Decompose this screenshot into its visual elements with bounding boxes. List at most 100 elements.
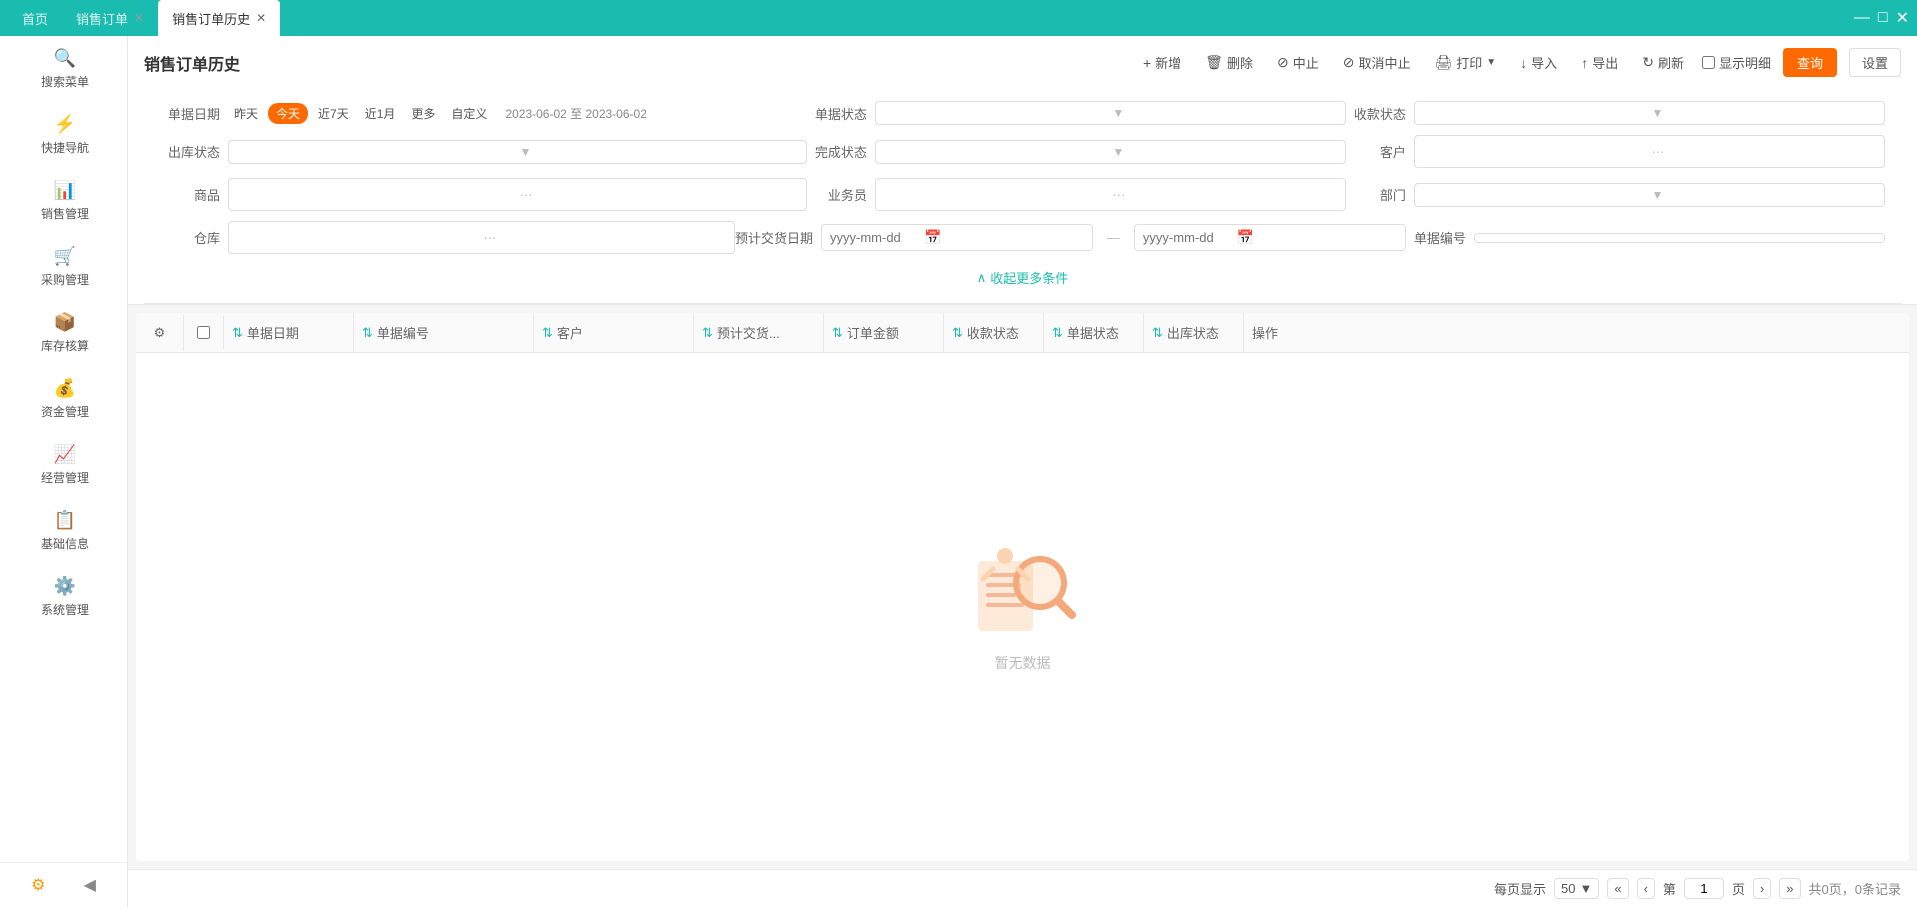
sidebar-item-sales-mgmt[interactable]: 📊 销售管理 xyxy=(0,168,127,234)
salesperson-label: 业务员 xyxy=(807,185,867,204)
warehouse-ellipsis-icon[interactable]: ··· xyxy=(480,226,727,249)
order-status-select[interactable]: ▼ xyxy=(875,101,1346,125)
out-status-select[interactable]: ▼ xyxy=(228,140,807,164)
refresh-icon: ↻ xyxy=(1642,54,1654,71)
product-ellipsis-icon[interactable]: ··· xyxy=(515,183,797,206)
sort-icon-date[interactable]: ⇅ xyxy=(232,325,243,341)
query-button[interactable]: 查询 xyxy=(1783,48,1837,77)
print-button[interactable]: 🖨 打印 ▼ xyxy=(1428,49,1502,76)
date-tab-7days[interactable]: 近7天 xyxy=(312,103,355,124)
filter-dept: 部门 ▼ xyxy=(1346,183,1885,207)
sidebar-item-inventory[interactable]: 📦 库存核算 xyxy=(0,300,127,366)
delivery-date-end[interactable]: 📅 xyxy=(1134,224,1406,251)
sidebar-item-system[interactable]: ⚙️ 系统管理 xyxy=(0,564,127,630)
tab-home[interactable]: 首页 xyxy=(8,0,62,36)
show-detail-checkbox[interactable]: 显示明细 xyxy=(1702,53,1771,72)
product-select[interactable]: ··· xyxy=(228,178,807,211)
date-tab-1month[interactable]: 近1月 xyxy=(359,103,402,124)
import-button[interactable]: ↓ 导入 xyxy=(1514,49,1563,76)
date-tab-yesterday[interactable]: 昨天 xyxy=(228,103,264,124)
filter-row-2: 出库状态 ▼ 完成状态 ▼ 客户 xyxy=(160,135,1885,168)
sidebar-item-operations[interactable]: 📈 经营管理 xyxy=(0,432,127,498)
export-button[interactable]: ↑ 导出 xyxy=(1575,49,1624,76)
th-checkbox[interactable] xyxy=(184,316,224,349)
show-detail-input[interactable] xyxy=(1702,56,1715,69)
calendar-start-icon: 📅 xyxy=(924,229,941,246)
salesperson-ellipsis-icon[interactable]: ··· xyxy=(1108,183,1337,206)
collapse-filters[interactable]: ∧ 收起更多条件 xyxy=(160,264,1885,291)
new-button[interactable]: + 新增 xyxy=(1137,49,1187,76)
tab-sales-order[interactable]: 销售订单 ✕ xyxy=(62,0,158,36)
prev-page-button[interactable]: ‹ xyxy=(1637,878,1655,899)
page-number-input[interactable] xyxy=(1684,878,1724,899)
maximize-icon[interactable]: □ xyxy=(1878,9,1888,27)
th-settings[interactable]: ⚙ xyxy=(136,315,184,351)
dept-select[interactable]: ▼ xyxy=(1414,183,1885,207)
date-tabs: 昨天 今天 近7天 近1月 更多 自定义 xyxy=(228,103,493,124)
main-layout: 🔍 搜索菜单 ⚡ 快捷导航 📊 销售管理 🛒 采购管理 📦 库存核算 💰 资金管… xyxy=(0,36,1917,907)
order-status-label: 单据状态 xyxy=(807,104,867,123)
sidebar-settings-icon[interactable]: ⚙ xyxy=(31,875,45,895)
sidebar-item-finance[interactable]: 💰 资金管理 xyxy=(0,366,127,432)
complete-status-select[interactable]: ▼ xyxy=(875,140,1346,164)
table-settings-icon[interactable]: ⚙ xyxy=(154,325,166,341)
complete-status-arrow-icon: ▼ xyxy=(1112,145,1337,159)
salesperson-select[interactable]: ··· xyxy=(875,178,1346,211)
sort-icon-delivery[interactable]: ⇅ xyxy=(702,325,713,341)
select-all-checkbox[interactable] xyxy=(197,326,210,339)
sort-icon-out-status[interactable]: ⇅ xyxy=(1152,325,1163,341)
last-page-button[interactable]: » xyxy=(1779,878,1800,899)
pay-status-label: 收款状态 xyxy=(1346,104,1406,123)
finance-icon: 💰 xyxy=(54,378,76,399)
tab-sales-order-history[interactable]: 销售订单历史 ✕ xyxy=(158,0,280,36)
close-window-icon[interactable]: ✕ xyxy=(1896,8,1909,28)
warehouse-select[interactable]: ··· xyxy=(228,221,735,254)
inventory-icon: 📦 xyxy=(54,312,76,333)
customer-select[interactable]: ··· xyxy=(1414,135,1885,168)
delivery-date-end-input[interactable] xyxy=(1143,230,1233,245)
delivery-date-start-input[interactable] xyxy=(830,230,920,245)
delete-button[interactable]: 🗑 删除 xyxy=(1199,49,1259,76)
filter-order-no: 单据编号 xyxy=(1406,228,1885,247)
stop-button[interactable]: ⊘ 中止 xyxy=(1271,49,1325,76)
close-tab-sales-order-history[interactable]: ✕ xyxy=(256,11,266,25)
close-tab-sales-order[interactable]: ✕ xyxy=(134,11,144,25)
sort-icon-order-status[interactable]: ⇅ xyxy=(1052,325,1063,341)
page-size-select[interactable]: 50 ▼ xyxy=(1554,878,1599,899)
date-tab-more[interactable]: 更多 xyxy=(405,103,441,124)
sidebar-item-search-menu[interactable]: 🔍 搜索菜单 xyxy=(0,36,127,102)
refresh-button[interactable]: ↻ 刷新 xyxy=(1636,49,1690,76)
sort-icon-pay-status[interactable]: ⇅ xyxy=(952,325,963,341)
sort-icon-amount[interactable]: ⇅ xyxy=(832,325,843,341)
warehouse-label: 仓库 xyxy=(160,228,220,247)
delivery-date-start[interactable]: 📅 xyxy=(821,224,1093,251)
minimize-icon[interactable]: — xyxy=(1854,9,1870,27)
customer-ellipsis-icon[interactable]: ··· xyxy=(1647,140,1876,163)
sidebar-collapse-icon[interactable]: ◀ xyxy=(84,875,96,895)
sort-icon-customer[interactable]: ⇅ xyxy=(542,325,553,341)
pay-status-select[interactable]: ▼ xyxy=(1414,101,1885,125)
cancel-stop-button[interactable]: ⊘ 取消中止 xyxy=(1337,49,1417,76)
date-tab-today[interactable]: 今天 xyxy=(268,103,308,124)
product-label: 商品 xyxy=(160,185,220,204)
sidebar-item-basic-info[interactable]: 📋 基础信息 xyxy=(0,498,127,564)
table-area: ⚙ ⇅ 单据日期 ⇅ 单据编号 ⇅ 客户 ⇅ xyxy=(136,313,1909,861)
date-tab-custom[interactable]: 自定义 xyxy=(445,103,493,124)
dept-arrow-icon: ▼ xyxy=(1651,188,1876,202)
filter-row-1: 单据日期 昨天 今天 近7天 近1月 更多 自定义 2023-06-02 至 2… xyxy=(160,101,1885,125)
filter-delivery-date: 预计交货日期 📅 — 📅 xyxy=(735,224,1406,251)
delivery-date-label: 预计交货日期 xyxy=(735,228,813,247)
top-bar: 首页 销售订单 ✕ 销售订单历史 ✕ — □ ✕ xyxy=(0,0,1917,36)
cancel-stop-icon: ⊘ xyxy=(1343,54,1355,71)
print-icon: 🖨 xyxy=(1434,54,1452,71)
sidebar-item-purchase-mgmt[interactable]: 🛒 采购管理 xyxy=(0,234,127,300)
sort-icon-number[interactable]: ⇅ xyxy=(362,325,373,341)
next-page-button[interactable]: › xyxy=(1753,878,1771,899)
sidebar-item-quick-nav[interactable]: ⚡ 快捷导航 xyxy=(0,102,127,168)
print-arrow-icon: ▼ xyxy=(1486,57,1496,68)
order-no-input[interactable] xyxy=(1474,233,1885,243)
first-page-button[interactable]: « xyxy=(1607,878,1628,899)
search-menu-icon: 🔍 xyxy=(54,48,76,69)
settings-button[interactable]: 设置 xyxy=(1849,48,1901,77)
out-status-arrow-icon: ▼ xyxy=(519,145,797,159)
